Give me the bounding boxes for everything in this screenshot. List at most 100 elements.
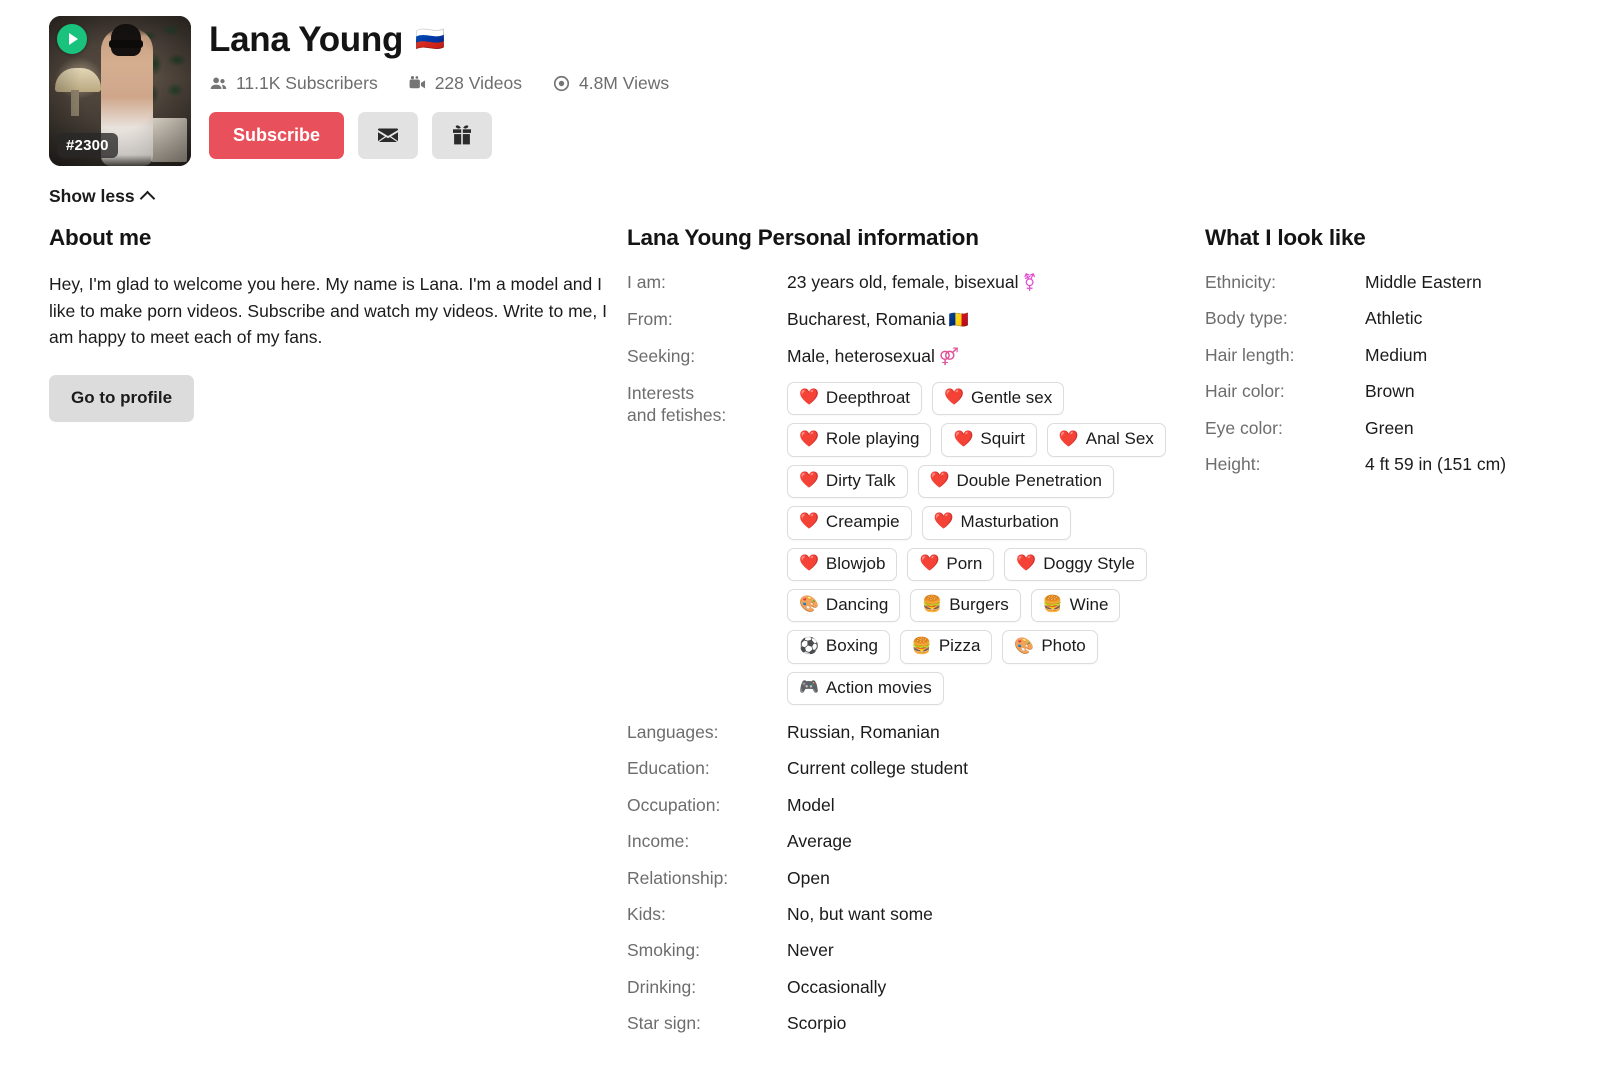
info-value: Brown — [1365, 381, 1415, 402]
interest-tag[interactable]: ❤️ Role playing — [787, 423, 932, 457]
info-row: Drinking: Occasionally — [627, 976, 1205, 998]
info-label: Relationship: — [627, 867, 729, 888]
info-label: Hair color: — [1205, 381, 1285, 402]
info-label: Star sign: — [627, 1013, 701, 1034]
info-value: Bucharest, Romania 🇷🇴 — [787, 308, 968, 331]
interest-tag-label: Action movies — [825, 677, 932, 697]
info-value: Middle Eastern — [1365, 272, 1482, 292]
interest-tag[interactable]: ❤️ Gentle sex — [932, 381, 1065, 416]
info-row: Kids: No, but want some — [627, 903, 1205, 925]
eye-icon — [553, 75, 570, 91]
profile-page: #2300 Lana Young 🇷🇺 11.1K Subscribers 22… — [0, 0, 1600, 1069]
stat-subscribers-label: 11.1K Subscribers — [236, 72, 378, 93]
interest-tag-label: Boxing — [825, 636, 878, 656]
info-label: From: — [627, 308, 673, 329]
info-label: Eye color: — [1205, 417, 1283, 438]
actions-row: Subscribe — [209, 111, 669, 159]
info-row: Income: Average — [627, 830, 1205, 852]
stat-views: 4.8M Views — [552, 73, 669, 94]
interest-tag[interactable]: 🎮 Action movies — [787, 671, 944, 706]
rank-badge: #2300 — [57, 133, 118, 158]
stat-videos: 228 Videos — [408, 73, 522, 94]
interests-label: Interests and fetishes: — [627, 382, 787, 427]
info-label: I am: — [627, 272, 666, 292]
message-button[interactable] — [358, 111, 419, 159]
gift-button[interactable] — [432, 111, 493, 159]
interest-tag-label: Blowjob — [825, 553, 886, 573]
interest-tag-label: Gentle sex — [970, 387, 1053, 407]
interest-tag-label: Doggy Style — [1043, 553, 1135, 573]
interest-tag-emoji-icon: ❤️ — [919, 554, 940, 572]
info-value: Athletic — [1365, 308, 1423, 329]
info-label: Ethnicity: — [1205, 272, 1276, 292]
interest-tag[interactable]: ⚽ Boxing — [787, 630, 890, 664]
go-to-profile-button[interactable]: Go to profile — [49, 374, 195, 422]
interest-tag-label: Masturbation — [960, 512, 1059, 532]
interest-tag-emoji-icon: 🎮 — [799, 678, 819, 696]
interest-tag-label: Pizza — [938, 636, 981, 656]
interest-tag[interactable]: 🎨 Dancing — [787, 588, 901, 623]
info-value: Model — [787, 794, 835, 815]
interest-tag-emoji-icon: ❤️ — [1016, 554, 1037, 572]
interest-tag[interactable]: ❤️ Squirt — [941, 423, 1037, 457]
stat-subscribers: 11.1K Subscribers — [209, 73, 378, 94]
info-row: Body type: Athletic — [1205, 307, 1565, 329]
subscribe-button[interactable]: Subscribe — [209, 111, 345, 159]
interest-tag-emoji-icon: ❤️ — [799, 513, 819, 531]
info-value: No, but want some — [787, 904, 933, 925]
stat-views-label: 4.8M Views — [578, 72, 670, 93]
interest-tag-emoji-icon: ❤️ — [799, 471, 819, 489]
interest-tag[interactable]: ❤️ Masturbation — [921, 506, 1071, 540]
interest-tag-label: Burgers — [949, 594, 1009, 614]
interest-tag[interactable]: ❤️ Creampie — [787, 506, 912, 540]
interest-tag[interactable]: 🍔 Pizza — [899, 630, 993, 664]
play-icon[interactable] — [57, 24, 87, 54]
info-row: Seeking: Male, heterosexual ⚤ — [627, 345, 1205, 368]
stat-videos-label: 228 Videos — [434, 72, 522, 93]
info-value: Green — [1365, 417, 1414, 438]
interest-tag[interactable]: ❤️ Anal Sex — [1046, 423, 1166, 457]
info-value: Never — [787, 940, 834, 961]
interest-tag-label: Squirt — [980, 429, 1025, 449]
interest-tag[interactable]: 🎨 Photo — [1002, 630, 1098, 664]
show-less-toggle[interactable]: Show less — [49, 186, 155, 207]
interest-tag[interactable]: 🍔 Wine — [1030, 588, 1121, 623]
interest-tag-emoji-icon: ❤️ — [1058, 430, 1079, 448]
interest-tag-label: Anal Sex — [1085, 429, 1154, 449]
info-value: Current college student — [787, 758, 968, 779]
interest-tag-label: Role playing — [825, 429, 920, 449]
interest-tag[interactable]: ❤️ Dirty Talk — [787, 464, 908, 499]
page-title: Lana Young — [209, 20, 404, 59]
info-label: Kids: — [627, 904, 666, 925]
interest-tag-label: Dirty Talk — [825, 470, 896, 490]
avatar[interactable]: #2300 — [49, 16, 191, 166]
looks-section: What I look like Ethnicity: Middle Easter… — [1205, 225, 1565, 1049]
video-camera-icon — [409, 75, 425, 89]
profile-columns: About me Hey, I'm glad to welcome you he… — [0, 207, 1600, 1049]
interest-tag[interactable]: ❤️ Blowjob — [787, 547, 898, 581]
interest-tag[interactable]: ❤️ Doggy Style — [1004, 547, 1147, 581]
russia-flag-icon: 🇷🇺 — [415, 26, 445, 54]
interest-tag[interactable]: ❤️ Porn — [907, 547, 995, 581]
interest-tag-emoji-icon: ❤️ — [944, 389, 964, 407]
info-row: Relationship: Open — [627, 867, 1205, 889]
info-row: Education: Current college student — [627, 757, 1205, 779]
info-value-text: Male, heterosexual — [787, 346, 935, 367]
interest-tag-label: Creampie — [825, 512, 900, 532]
looks-title: What I look like — [1205, 225, 1366, 250]
interest-tag[interactable]: ❤️ Deepthroat — [787, 381, 923, 416]
interest-tag-label: Wine — [1069, 594, 1109, 614]
info-value-text: Bucharest, Romania — [787, 308, 946, 329]
interest-tag[interactable]: ❤️ Double Penetration — [917, 464, 1114, 499]
info-row: Height: 4 ft 59 in (151 cm) — [1205, 453, 1565, 475]
info-row: Ethnicity: Middle Eastern — [1205, 271, 1565, 293]
personal-info-section: Lana Young Personal information I am: 23… — [627, 225, 1205, 1049]
interest-tag-emoji-icon: ❤️ — [799, 389, 819, 407]
info-label: Languages: — [627, 722, 719, 743]
stats-row: 11.1K Subscribers 228 Videos 4.8M Views — [209, 73, 669, 94]
interests-label-line1: Interests — [627, 382, 695, 403]
profile-header-details: Lana Young 🇷🇺 11.1K Subscribers 228 Vide… — [209, 16, 669, 159]
interest-tag[interactable]: 🍔 Burgers — [910, 588, 1021, 623]
interest-tag-label: Deepthroat — [825, 387, 911, 407]
info-label: Body type: — [1205, 308, 1288, 329]
